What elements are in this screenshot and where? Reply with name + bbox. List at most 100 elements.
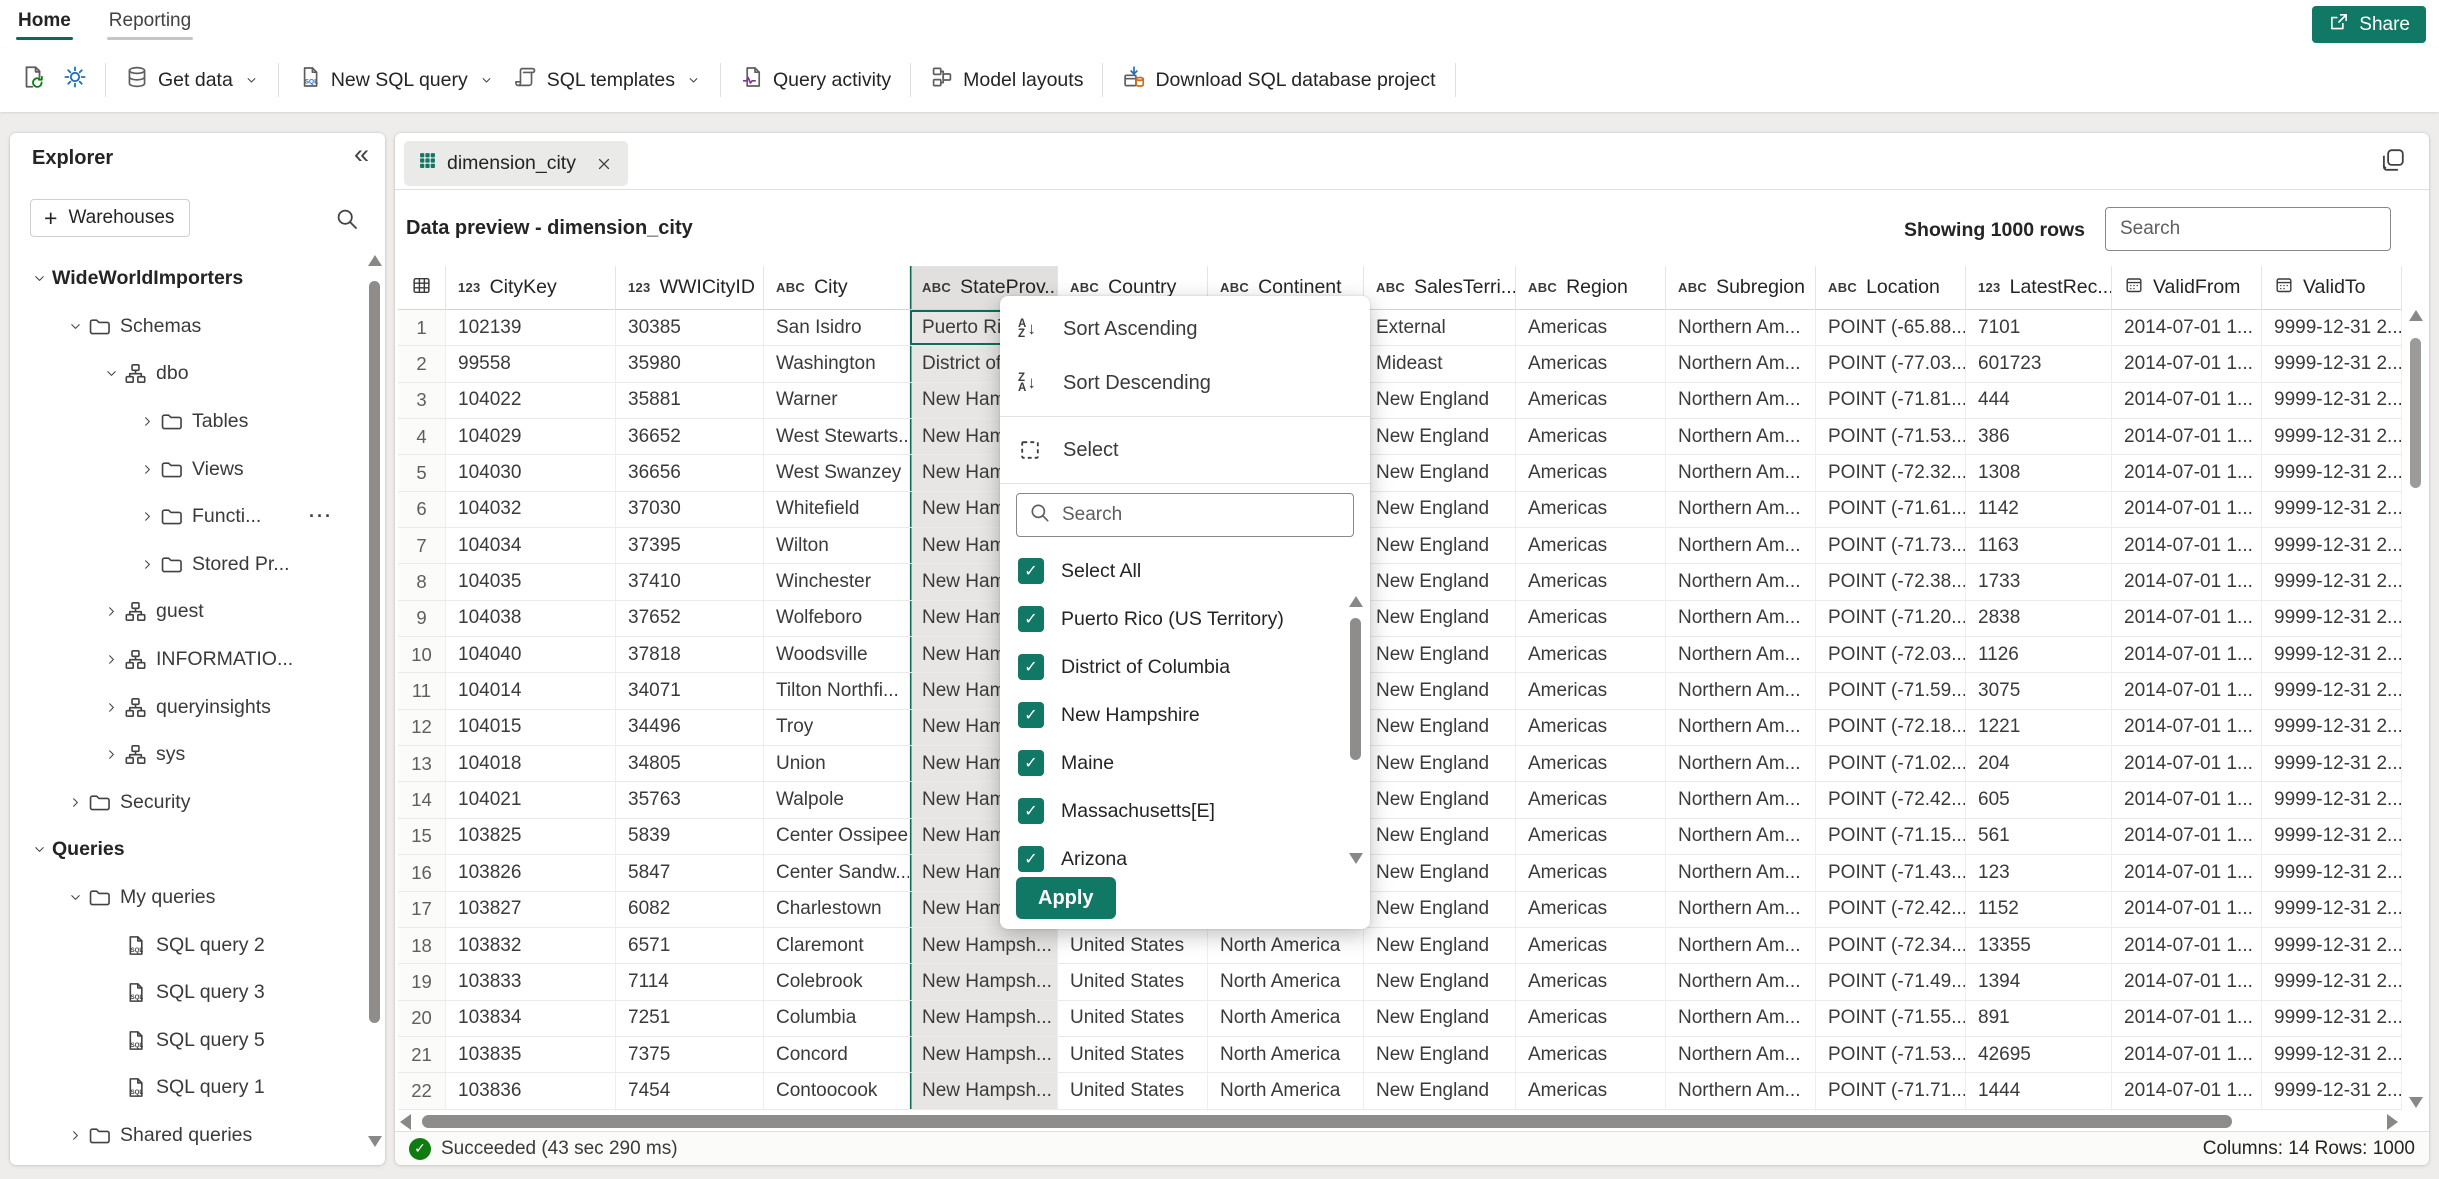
cell[interactable]: New England <box>1364 528 1516 564</box>
tree-item-functi[interactable]: Functi...··· <box>10 493 367 541</box>
cell[interactable]: 2014-07-01 1... <box>2112 1037 2262 1073</box>
cell[interactable]: Whitefield <box>764 492 910 528</box>
row-number[interactable]: 13 <box>398 746 446 782</box>
cell[interactable]: 9999-12-31 2... <box>2262 855 2402 891</box>
cell[interactable]: Americas <box>1516 383 1666 419</box>
cell[interactable]: 2838 <box>1966 601 2112 637</box>
document-tab-dimension-city[interactable]: dimension_city <box>404 141 628 186</box>
cell[interactable]: 7375 <box>616 1037 764 1073</box>
row-number[interactable]: 12 <box>398 710 446 746</box>
cell[interactable]: New England <box>1364 782 1516 818</box>
cell[interactable]: United States <box>1058 1001 1208 1037</box>
row-number[interactable]: 21 <box>398 1037 446 1073</box>
row-number[interactable]: 1 <box>398 310 446 346</box>
row-number[interactable]: 14 <box>398 782 446 818</box>
row-number[interactable]: 8 <box>398 564 446 600</box>
tree-chevron-right-icon[interactable] <box>134 509 160 524</box>
cell[interactable]: 99558 <box>446 346 616 382</box>
get-data-button[interactable]: Get data <box>115 57 269 103</box>
explorer-scrollbar[interactable] <box>367 255 382 1147</box>
cell[interactable]: Northern Am... <box>1666 383 1816 419</box>
row-number[interactable]: 16 <box>398 855 446 891</box>
tree-chevron-right-icon[interactable] <box>62 795 88 810</box>
cell[interactable]: Northern Am... <box>1666 1037 1816 1073</box>
cell[interactable]: 37030 <box>616 492 764 528</box>
cell[interactable]: 9999-12-31 2... <box>2262 637 2402 673</box>
apply-button[interactable]: Apply <box>1016 877 1116 919</box>
collapse-panel-icon[interactable]: « <box>354 139 369 170</box>
cell[interactable]: POINT (-71.53... <box>1816 419 1966 455</box>
cell[interactable]: 103833 <box>446 964 616 1000</box>
cell[interactable]: 104032 <box>446 492 616 528</box>
tree-item-guest[interactable]: guest <box>10 588 367 636</box>
row-number[interactable]: 19 <box>398 964 446 1000</box>
cell[interactable]: 104015 <box>446 710 616 746</box>
cell[interactable]: 9999-12-31 2... <box>2262 383 2402 419</box>
cell[interactable]: 9999-12-31 2... <box>2262 564 2402 600</box>
filter-option-new-hampshire[interactable]: ✓New Hampshire <box>1000 691 1370 739</box>
cell[interactable]: 3075 <box>1966 673 2112 709</box>
cell[interactable]: North America <box>1208 964 1364 1000</box>
cell[interactable]: West Stewarts... <box>764 419 910 455</box>
cell[interactable]: 104021 <box>446 782 616 818</box>
cell[interactable]: 1142 <box>1966 492 2112 528</box>
cell[interactable]: New England <box>1364 419 1516 455</box>
scroll-up-icon[interactable] <box>2409 310 2423 321</box>
cell[interactable]: Northern Am... <box>1666 710 1816 746</box>
filter-option-select-all[interactable]: ✓Select All <box>1000 547 1370 595</box>
cell[interactable]: POINT (-71.43... <box>1816 855 1966 891</box>
cell[interactable]: Americas <box>1516 528 1666 564</box>
checkbox-checked-icon[interactable]: ✓ <box>1018 798 1044 824</box>
tree-item-sys[interactable]: sys <box>10 731 367 779</box>
cell[interactable]: Northern Am... <box>1666 964 1816 1000</box>
cell[interactable]: External <box>1364 310 1516 346</box>
row-number[interactable]: 3 <box>398 383 446 419</box>
scrollbar-thumb[interactable] <box>2410 338 2421 488</box>
tab-reporting[interactable]: Reporting <box>107 4 193 44</box>
cell[interactable]: 9999-12-31 2... <box>2262 310 2402 346</box>
copy-layout-icon[interactable] <box>2379 146 2407 179</box>
cell[interactable]: Northern Am... <box>1666 564 1816 600</box>
tree-item-tables[interactable]: Tables <box>10 398 367 446</box>
cell[interactable]: Columbia <box>764 1001 910 1037</box>
cell[interactable]: 6082 <box>616 892 764 928</box>
cell[interactable]: New England <box>1364 746 1516 782</box>
cell[interactable]: 2014-07-01 1... <box>2112 1073 2262 1109</box>
cell[interactable]: United States <box>1058 1073 1208 1109</box>
cell[interactable]: 2014-07-01 1... <box>2112 964 2262 1000</box>
cell[interactable]: 37652 <box>616 601 764 637</box>
cell[interactable]: 37818 <box>616 637 764 673</box>
cell[interactable]: 1152 <box>1966 892 2112 928</box>
cell[interactable]: POINT (-71.55... <box>1816 1001 1966 1037</box>
cell[interactable]: 5839 <box>616 819 764 855</box>
filter-option-maine[interactable]: ✓Maine <box>1000 739 1370 787</box>
cell[interactable]: New England <box>1364 892 1516 928</box>
cell[interactable]: 103825 <box>446 819 616 855</box>
cell[interactable]: Walpole <box>764 782 910 818</box>
cell[interactable]: New England <box>1364 455 1516 491</box>
tree-chevron-right-icon[interactable] <box>134 414 160 429</box>
cell[interactable]: Americas <box>1516 492 1666 528</box>
cell[interactable]: New England <box>1364 1001 1516 1037</box>
cell[interactable]: 35980 <box>616 346 764 382</box>
cell[interactable]: 34805 <box>616 746 764 782</box>
tree-chevron-right-icon[interactable] <box>98 652 124 667</box>
cell[interactable]: Americas <box>1516 1037 1666 1073</box>
cell[interactable]: Americas <box>1516 564 1666 600</box>
cell[interactable]: POINT (-71.02... <box>1816 746 1966 782</box>
download-sql-database-project-button[interactable]: Download SQL database project <box>1112 57 1445 103</box>
tree-item-sql-query-1[interactable]: SQLSQL query 1 <box>10 1064 367 1112</box>
cell[interactable]: New Hampsh... <box>910 1001 1058 1037</box>
cell[interactable]: POINT (-77.03... <box>1816 346 1966 382</box>
cell[interactable]: 2014-07-01 1... <box>2112 746 2262 782</box>
cell[interactable]: POINT (-71.81... <box>1816 383 1966 419</box>
scroll-down-icon[interactable] <box>368 1136 382 1147</box>
query-activity-button[interactable]: Query activity <box>730 57 901 103</box>
cell[interactable]: 444 <box>1966 383 2112 419</box>
cell[interactable]: 104034 <box>446 528 616 564</box>
cell[interactable]: 2014-07-01 1... <box>2112 601 2262 637</box>
tree-chevron-right-icon[interactable] <box>98 700 124 715</box>
tab-home[interactable]: Home <box>16 4 73 44</box>
cell[interactable]: 9999-12-31 2... <box>2262 492 2402 528</box>
cell[interactable]: 7114 <box>616 964 764 1000</box>
